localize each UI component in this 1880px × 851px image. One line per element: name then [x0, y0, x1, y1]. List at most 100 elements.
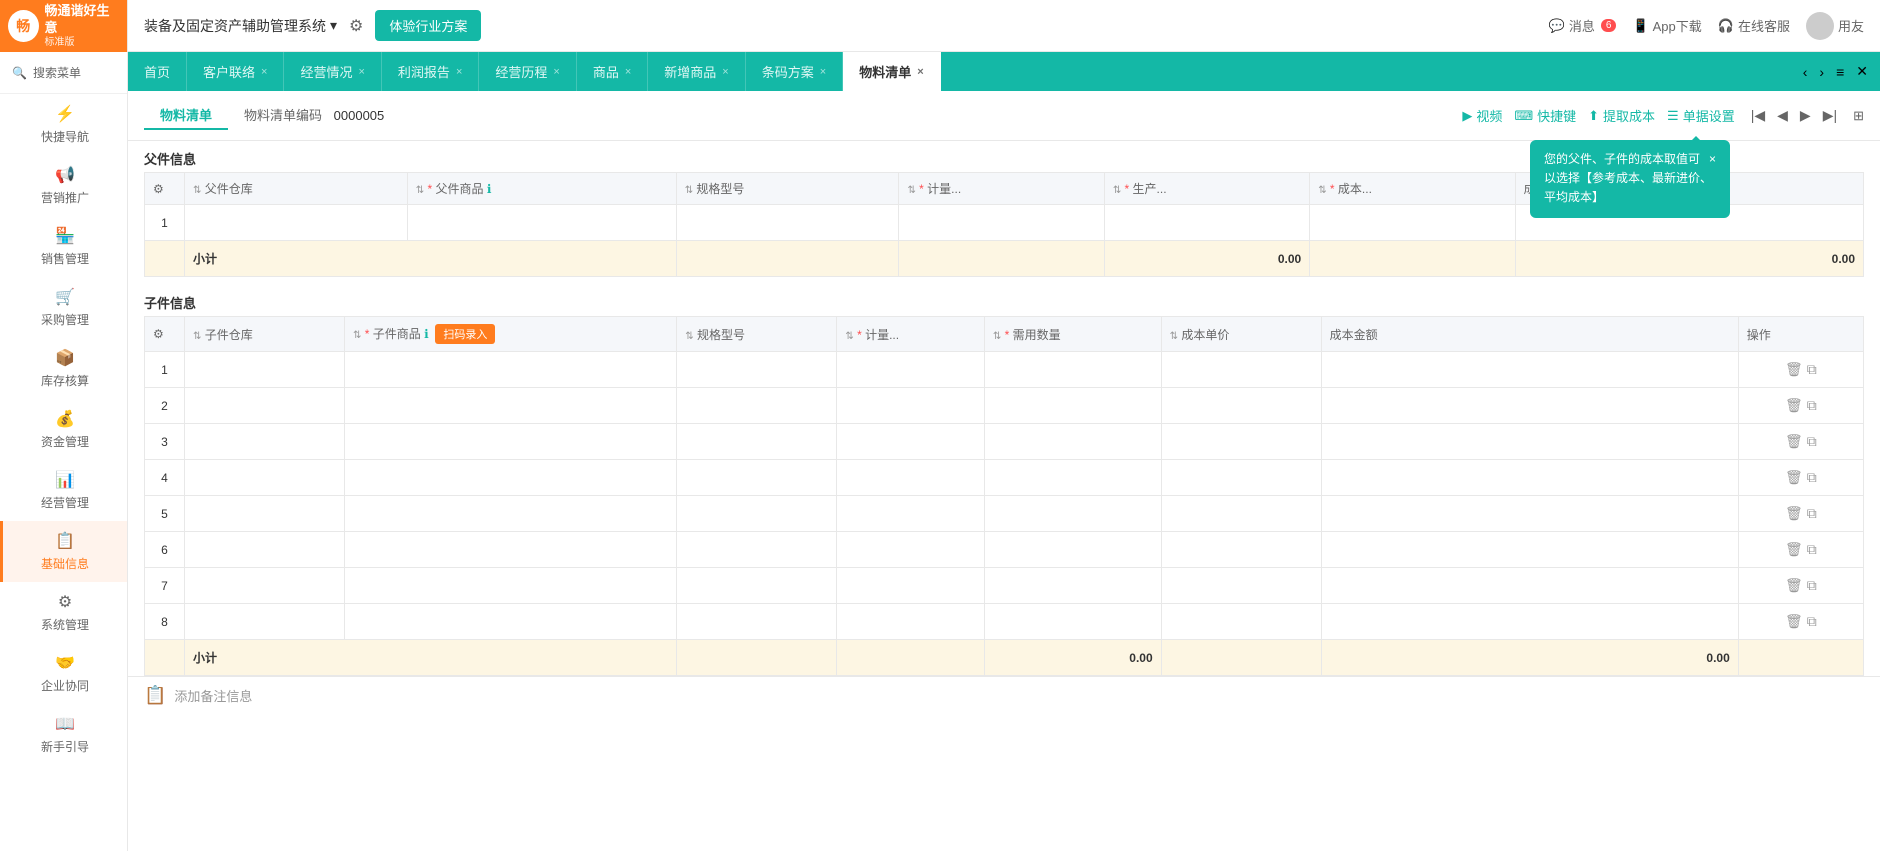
tab-history[interactable]: 经营历程 ×: [479, 52, 576, 91]
sort-icon-c2[interactable]: ⇅: [353, 330, 361, 341]
tab-products[interactable]: 商品 ×: [577, 52, 648, 91]
copy-icon-3[interactable]: ⧉: [1807, 433, 1817, 450]
sort-icon-4[interactable]: ⇅: [907, 185, 915, 196]
child-cell-qty-2[interactable]: [984, 388, 1161, 424]
sidebar-item-operations[interactable]: 📊 经营管理: [0, 460, 127, 521]
tab-home[interactable]: 首页: [128, 52, 187, 91]
child-cell-spec-2[interactable]: [677, 388, 837, 424]
tab-products-close[interactable]: ×: [625, 66, 631, 78]
tab-operations[interactable]: 经营情况 ×: [284, 52, 381, 91]
trial-button[interactable]: 体验行业方案: [375, 10, 481, 41]
child-cell-unit-6[interactable]: [837, 532, 985, 568]
copy-icon-1[interactable]: ⧉: [1807, 361, 1817, 378]
doc-prev-icon[interactable]: ◀: [1773, 105, 1792, 126]
sort-icon-c4[interactable]: ⇅: [845, 331, 853, 342]
delete-icon-5[interactable]: 🗑: [1785, 505, 1803, 522]
parent-cell-production-1[interactable]: [1104, 205, 1309, 241]
sort-icon-2[interactable]: ⇅: [416, 185, 424, 196]
tab-new-product[interactable]: 新增商品 ×: [648, 52, 745, 91]
child-cell-unit-1[interactable]: [837, 352, 985, 388]
child-cell-qty-6[interactable]: [984, 532, 1161, 568]
child-cell-unit-cost-3[interactable]: [1161, 424, 1321, 460]
extract-cost-item[interactable]: ⬆ 提取成本: [1588, 106, 1655, 125]
doc-first-icon[interactable]: |◀: [1747, 105, 1769, 126]
child-cell-unit-cost-4[interactable]: [1161, 460, 1321, 496]
grid-view-icon[interactable]: ⊞: [1853, 108, 1864, 124]
tab-barcode-close[interactable]: ×: [820, 66, 826, 78]
tab-bom-close[interactable]: ×: [917, 66, 923, 78]
tab-customer[interactable]: 客户联络 ×: [187, 52, 284, 91]
child-cell-warehouse-2[interactable]: [185, 388, 345, 424]
delete-icon-2[interactable]: 🗑: [1785, 397, 1803, 414]
settings-icon[interactable]: ⚙: [349, 16, 363, 36]
child-cell-unit-cost-8[interactable]: [1161, 604, 1321, 640]
online-support-item[interactable]: 🎧 在线客服: [1718, 16, 1790, 35]
delete-icon-6[interactable]: 🗑: [1785, 541, 1803, 558]
tab-operations-close[interactable]: ×: [358, 66, 364, 78]
copy-icon-5[interactable]: ⧉: [1807, 505, 1817, 522]
child-cell-qty-5[interactable]: [984, 496, 1161, 532]
copy-icon-6[interactable]: ⧉: [1807, 541, 1817, 558]
child-cell-warehouse-3[interactable]: [185, 424, 345, 460]
child-cell-spec-8[interactable]: [677, 604, 837, 640]
child-cell-product-8[interactable]: [345, 604, 677, 640]
child-cell-spec-5[interactable]: [677, 496, 837, 532]
sort-icon[interactable]: ⇅: [193, 185, 201, 196]
child-cell-spec-4[interactable]: [677, 460, 837, 496]
doc-next-icon[interactable]: ▶: [1796, 105, 1815, 126]
child-cell-product-5[interactable]: [345, 496, 677, 532]
child-cell-qty-4[interactable]: [984, 460, 1161, 496]
delete-icon-1[interactable]: 🗑: [1785, 361, 1803, 378]
delete-icon-7[interactable]: 🗑: [1785, 577, 1803, 594]
sidebar-item-sales[interactable]: 🏪 销售管理: [0, 216, 127, 277]
tab-barcode[interactable]: 条码方案 ×: [746, 52, 843, 91]
child-cell-unit-cost-1[interactable]: [1161, 352, 1321, 388]
parent-cell-product-1[interactable]: [407, 205, 676, 241]
delete-icon-3[interactable]: 🗑: [1785, 433, 1803, 450]
tab-profit[interactable]: 利润报告 ×: [382, 52, 479, 91]
tab-profit-close[interactable]: ×: [456, 66, 462, 78]
child-cell-unit-4[interactable]: [837, 460, 985, 496]
tab-menu-icon[interactable]: ≡: [1832, 62, 1848, 82]
parent-cell-spec-1[interactable]: [676, 205, 899, 241]
child-cell-qty-7[interactable]: [984, 568, 1161, 604]
shortcut-item[interactable]: ⌨ 快捷键: [1514, 106, 1576, 125]
tab-next-icon[interactable]: ›: [1815, 62, 1828, 82]
sidebar-item-guide[interactable]: 📖 新手引导: [0, 704, 127, 765]
add-notes-label[interactable]: 添加备注信息: [174, 686, 252, 705]
sort-icon-c1[interactable]: ⇅: [193, 331, 201, 342]
sidebar-item-marketing[interactable]: 📢 营销推广: [0, 155, 127, 216]
child-cell-unit-2[interactable]: [837, 388, 985, 424]
sort-icon-c6[interactable]: ⇅: [1170, 331, 1178, 342]
child-cell-unit-3[interactable]: [837, 424, 985, 460]
tab-close-all-icon[interactable]: ✕: [1852, 61, 1872, 82]
child-cell-product-2[interactable]: [345, 388, 677, 424]
search-menu-button[interactable]: 🔍 搜索菜单: [8, 60, 119, 85]
child-cell-unit-8[interactable]: [837, 604, 985, 640]
sidebar-item-finance[interactable]: 💰 资金管理: [0, 399, 127, 460]
child-col-settings[interactable]: ⚙: [145, 317, 185, 352]
tab-new-product-close[interactable]: ×: [722, 66, 728, 78]
child-cell-product-6[interactable]: [345, 532, 677, 568]
child-cell-spec-1[interactable]: [677, 352, 837, 388]
single-settings-item[interactable]: ☰ 单据设置: [1667, 106, 1735, 125]
parent-col-settings[interactable]: ⚙: [145, 173, 185, 205]
child-cell-unit-7[interactable]: [837, 568, 985, 604]
child-cell-warehouse-1[interactable]: [185, 352, 345, 388]
child-cell-unit-cost-7[interactable]: [1161, 568, 1321, 604]
sidebar-item-collab[interactable]: 🤝 企业协同: [0, 643, 127, 704]
sub-tab-bom[interactable]: 物料清单: [144, 101, 228, 130]
tab-bom[interactable]: 物料清单 ×: [843, 52, 940, 91]
child-cell-qty-8[interactable]: [984, 604, 1161, 640]
child-cell-spec-6[interactable]: [677, 532, 837, 568]
child-cell-spec-7[interactable]: [677, 568, 837, 604]
child-cell-product-1[interactable]: [345, 352, 677, 388]
child-cell-spec-3[interactable]: [677, 424, 837, 460]
doc-last-icon[interactable]: ▶|: [1819, 105, 1841, 126]
sort-icon-6[interactable]: ⇅: [1318, 185, 1326, 196]
child-cell-product-3[interactable]: [345, 424, 677, 460]
tab-prev-icon[interactable]: ‹: [1799, 62, 1812, 82]
child-cell-warehouse-4[interactable]: [185, 460, 345, 496]
app-download-item[interactable]: 📱 App下载: [1632, 16, 1701, 35]
parent-cell-cost-1[interactable]: [1310, 205, 1515, 241]
